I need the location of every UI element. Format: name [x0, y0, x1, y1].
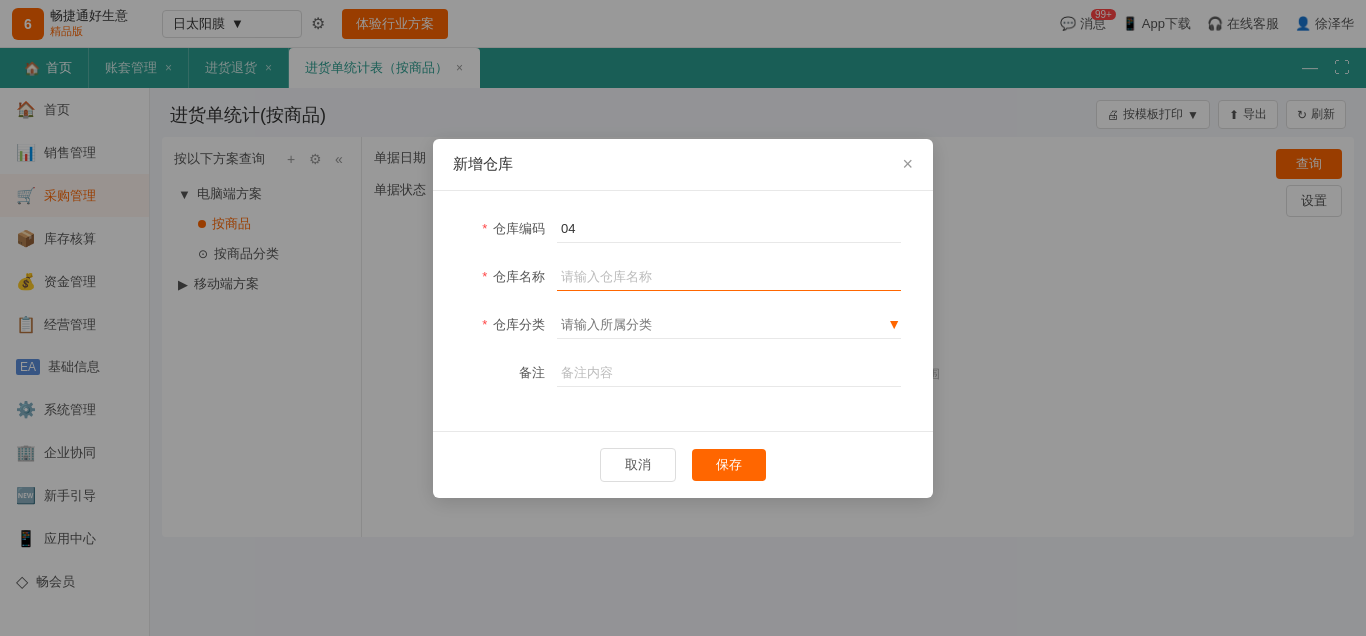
dialog-title: 新增仓库 — [453, 155, 513, 174]
form-row-remark: 备注 — [465, 359, 901, 387]
dialog-body: * 仓库编码 * 仓库名称 * 仓库分类 — [433, 191, 933, 431]
category-dropdown-icon[interactable]: ▼ — [887, 316, 901, 332]
form-row-code: * 仓库编码 — [465, 215, 901, 243]
warehouse-remark-input[interactable] — [557, 359, 901, 387]
dialog-footer: 取消 保存 — [433, 431, 933, 498]
category-select-row: ▼ — [557, 311, 901, 339]
category-label: * 仓库分类 — [465, 316, 545, 334]
form-row-category: * 仓库分类 ▼ — [465, 311, 901, 339]
new-warehouse-dialog: 新增仓库 × * 仓库编码 * 仓库名称 — [433, 139, 933, 498]
cancel-button[interactable]: 取消 — [600, 448, 676, 482]
warehouse-name-input[interactable] — [557, 263, 901, 291]
remark-label: 备注 — [465, 364, 545, 382]
form-row-name: * 仓库名称 — [465, 263, 901, 291]
dialog-close-button[interactable]: × — [902, 155, 913, 173]
warehouse-category-input[interactable] — [557, 311, 887, 338]
save-button[interactable]: 保存 — [692, 449, 766, 481]
warehouse-code-input[interactable] — [557, 215, 901, 243]
code-label: * 仓库编码 — [465, 220, 545, 238]
modal-overlay: 新增仓库 × * 仓库编码 * 仓库名称 — [0, 0, 1366, 636]
dialog-header: 新增仓库 × — [433, 139, 933, 191]
name-label: * 仓库名称 — [465, 268, 545, 286]
